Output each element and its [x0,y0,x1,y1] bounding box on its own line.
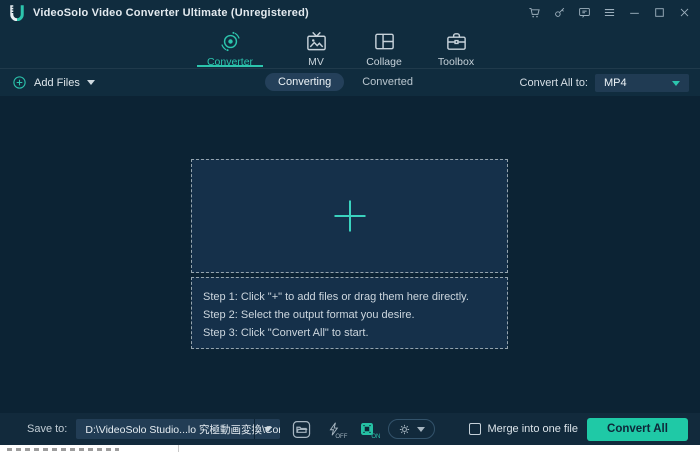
output-format-select[interactable]: MP4 [595,74,689,92]
cropped-page-strip [0,445,700,452]
titlebar: VideoSolo Video Converter Ultimate (Unre… [0,0,700,25]
settings-caret-icon [417,426,426,432]
instructions-panel: Step 1: Click "+" to add files or drag t… [191,277,508,349]
output-format-value: MP4 [604,77,627,89]
high-speed-badge: OFF [335,434,348,440]
tab-converted[interactable]: Converted [358,73,417,91]
main-area: Step 1: Click "+" to add files or drag t… [0,96,700,413]
key-icon[interactable] [553,6,566,19]
cropped-divider [178,445,179,452]
merge-checkbox[interactable] [468,423,481,435]
convert-all-to-label: Convert All to: [519,77,588,89]
step-2: Step 2: Select the output format you des… [203,309,415,321]
collage-grid-icon [373,28,396,53]
tab-converting[interactable]: Converting [265,73,345,91]
tab-collage-label: Collage [366,56,402,68]
add-files-label: Add Files [34,76,80,89]
tab-toolbox-label: Toolbox [437,56,475,68]
tab-toolbox[interactable]: Toolbox [410,28,502,68]
videosolo-logo-icon [10,5,24,21]
gpu-acceleration-on-icon[interactable]: ON [355,418,381,440]
close-icon[interactable] [678,6,691,19]
maximize-icon[interactable] [653,6,666,19]
cropped-text-fragment [7,448,119,451]
toolbar: Add Files Converting Converted Convert A… [0,68,700,96]
plus-icon[interactable] [333,199,367,233]
main-nav: Converter MV Collage Toolbox [0,25,700,68]
save-path-caret-icon[interactable] [254,419,280,439]
merge-checkbox-label: Merge into one file [487,423,579,435]
save-path-select[interactable]: D:\VideoSolo Studio...lo 究極動画変換\Converte… [76,419,281,439]
menu-icon[interactable] [603,6,616,19]
tab-converter-label: Converter [206,56,254,68]
gpu-badge: ON [371,434,381,440]
step-3: Step 3: Click "Convert All" to start. [203,327,369,339]
window-title: VideoSolo Video Converter Ultimate (Unre… [33,6,309,19]
save-path-value: D:\VideoSolo Studio...lo 究極動画変換\Converte… [85,423,280,436]
tv-mv-icon [305,28,328,53]
add-files-button[interactable]: Add Files [12,75,95,90]
toolbox-icon [445,28,468,53]
save-to-label: Save to: [27,423,68,435]
file-drop-zone[interactable] [191,159,508,273]
tab-mv-label: MV [308,56,324,68]
converter-target-icon [219,28,242,53]
format-caret-icon [672,80,680,86]
feedback-icon[interactable] [578,6,591,19]
queue-tabs: Converting Converted [265,73,417,91]
add-circle-icon [13,76,26,89]
open-folder-icon[interactable] [289,418,313,440]
cart-icon[interactable] [528,6,541,19]
bottom-bar: Save to: D:\VideoSolo Studio...lo 究極動画変換… [0,413,700,445]
step-1: Step 1: Click "+" to add files or drag t… [203,291,469,303]
merge-option: Merge into one file [468,423,579,435]
settings-button[interactable] [388,419,436,439]
settings-gear-icon [400,424,410,434]
convert-all-to-group: Convert All to: MP4 [520,74,689,92]
convert-all-button[interactable]: Convert All [587,417,688,441]
tab-converter[interactable]: Converter [184,28,276,68]
high-speed-off-icon[interactable]: OFF [322,418,348,440]
minimize-icon[interactable] [628,6,641,19]
add-files-caret-icon[interactable] [86,80,95,85]
